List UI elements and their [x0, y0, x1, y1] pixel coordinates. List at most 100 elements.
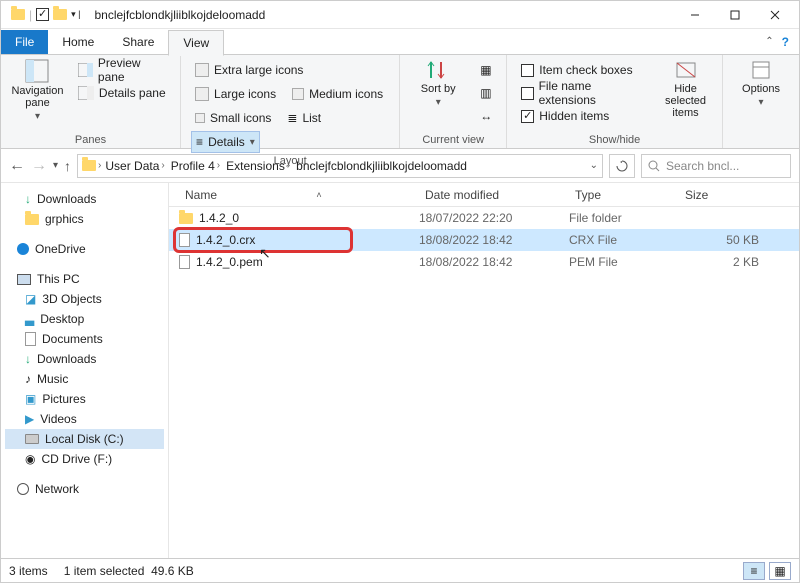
hidden-items-toggle[interactable]: ✓Hidden items — [517, 105, 649, 127]
address-bar[interactable]: › User Data › Profile 4 › Extensions › b… — [77, 154, 603, 178]
file-row[interactable]: 1.4.2_0 18/07/2022 22:20 File folder — [169, 207, 799, 229]
breadcrumb-segment[interactable]: bnclejfcblondkjliiblkojdeloomadd — [294, 159, 469, 173]
tab-share[interactable]: Share — [108, 30, 168, 54]
help-icon[interactable]: ? — [782, 35, 789, 49]
tree-label: Downloads — [37, 352, 96, 366]
item-check-boxes-toggle[interactable]: Item check boxes — [517, 59, 649, 81]
ribbon-collapse-icon[interactable]: ⌃ — [765, 36, 773, 47]
maximize-button[interactable] — [715, 1, 755, 29]
file-date: 18/07/2022 22:20 — [419, 211, 569, 225]
folder-icon — [179, 213, 193, 224]
breadcrumb-segment[interactable]: User Data › — [103, 159, 166, 173]
minimize-button[interactable] — [675, 1, 715, 29]
chevron-down-icon: ▾ — [250, 137, 255, 148]
file-icon — [179, 233, 190, 247]
preview-pane-button[interactable]: Preview pane — [74, 59, 170, 81]
status-item-count: 3 items — [9, 564, 48, 578]
refresh-button[interactable] — [609, 154, 635, 178]
sort-by-button[interactable]: Sort by ▾ — [410, 59, 466, 108]
tree-item-network[interactable]: Network — [5, 479, 164, 499]
details-pane-button[interactable]: Details pane — [74, 82, 170, 104]
preview-pane-label: Preview pane — [98, 56, 166, 84]
navigation-pane-button[interactable]: Navigation pane ▾ — [11, 59, 64, 122]
group-layout: Extra large icons Large icons Medium ico… — [181, 55, 400, 148]
tree-item-music[interactable]: ♪Music — [5, 369, 164, 389]
tree-item-localdisk[interactable]: Local Disk (C:) — [5, 429, 164, 449]
app-folder-icon — [11, 9, 25, 20]
tree-item-downloads[interactable]: ↓ Downloads — [5, 189, 164, 209]
options-label: Options — [742, 83, 780, 95]
tab-home[interactable]: Home — [48, 30, 108, 54]
size-columns-button[interactable]: ↔ — [476, 105, 496, 127]
documents-icon — [25, 332, 36, 346]
close-button[interactable] — [755, 1, 795, 29]
file-date: 18/08/2022 18:42 — [419, 255, 569, 269]
tree-item-desktop[interactable]: ▃Desktop — [5, 309, 164, 329]
breadcrumb-segment[interactable]: Profile 4 › — [169, 159, 222, 173]
column-header-date[interactable]: Date modified — [419, 188, 569, 202]
file-type: CRX File — [569, 233, 679, 247]
item-check-boxes-label: Item check boxes — [539, 63, 632, 77]
options-button[interactable]: Options ▾ — [733, 59, 789, 108]
file-name: 1.4.2_0.pem — [196, 255, 263, 269]
body: ↓ Downloads grphics OneDrive This PC ◪3D … — [1, 183, 799, 558]
address-dropdown-icon[interactable]: ⌄ — [590, 160, 598, 171]
search-placeholder: Search bncl... — [666, 159, 739, 173]
downloads-icon: ↓ — [25, 192, 31, 206]
breadcrumb-segment[interactable]: Extensions › — [224, 159, 292, 173]
navigation-tree[interactable]: ↓ Downloads grphics OneDrive This PC ◪3D … — [1, 183, 169, 558]
tree-item-3dobjects[interactable]: ◪3D Objects — [5, 289, 164, 309]
group-by-button[interactable]: ▦ — [476, 59, 496, 81]
tree-item-pictures[interactable]: ▣Pictures — [5, 389, 164, 409]
list-button[interactable]: ≣List — [283, 107, 325, 129]
large-icons-icon — [195, 87, 209, 101]
hide-selected-items-button[interactable]: Hide selected items — [659, 59, 712, 119]
tree-item-downloads2[interactable]: ↓ Downloads — [5, 349, 164, 369]
downloads-icon: ↓ — [25, 352, 31, 366]
group-showhide-label: Show/hide — [517, 132, 712, 146]
ribbon-tabs: File Home Share View ⌃ ? — [1, 29, 799, 55]
thumbnails-view-button[interactable]: ▦ — [769, 562, 791, 580]
breadcrumb-label: Extensions — [226, 159, 285, 173]
large-icons-button[interactable]: Large icons — [191, 83, 280, 105]
tree-item-cddrive[interactable]: ◉CD Drive (F:) — [5, 449, 164, 469]
forward-button[interactable]: → — [31, 157, 47, 175]
qat-properties-icon[interactable]: ✓ — [36, 8, 49, 21]
tree-item-onedrive[interactable]: OneDrive — [5, 239, 164, 259]
tree-label: Downloads — [37, 192, 96, 206]
details-view-button[interactable]: ≡ — [743, 562, 765, 580]
status-selection-size: 49.6 KB — [151, 564, 194, 578]
file-row-selected[interactable]: 1.4.2_0.crx ↖ 18/08/2022 18:42 CRX File … — [169, 229, 799, 251]
column-header-size[interactable]: Size — [679, 188, 799, 202]
tree-label: Videos — [40, 412, 76, 426]
tab-file[interactable]: File — [1, 30, 48, 54]
back-button[interactable]: ← — [9, 157, 25, 175]
breadcrumb-label: User Data — [105, 159, 159, 173]
tree-item-thispc[interactable]: This PC — [5, 269, 164, 289]
qat-newfolder-icon[interactable] — [53, 9, 67, 20]
qat-dropdown-icon[interactable]: ▾ | — [71, 9, 80, 20]
extra-large-icons-button[interactable]: Extra large icons — [191, 59, 307, 81]
column-header-type[interactable]: Type — [569, 188, 679, 202]
tree-item-videos[interactable]: ▶Videos — [5, 409, 164, 429]
titlebar: | ✓ ▾ | bnclejfcblondkjliiblkojdeloomadd — [1, 1, 799, 29]
add-columns-button[interactable]: ▥ — [476, 82, 496, 104]
sort-by-label: Sort by — [421, 83, 456, 95]
navigation-pane-label: Navigation pane — [11, 85, 64, 109]
tree-item-grphics[interactable]: grphics — [5, 209, 164, 229]
details-view-icon: ≡ — [750, 564, 757, 578]
search-box[interactable]: Search bncl... — [641, 154, 791, 178]
recent-locations-icon[interactable]: ▾ — [53, 160, 58, 171]
small-icons-button[interactable]: Small icons — [191, 107, 275, 129]
hide-selected-items-label: Hide selected items — [659, 83, 712, 119]
file-name: 1.4.2_0.crx — [196, 233, 255, 247]
tree-item-documents[interactable]: Documents — [5, 329, 164, 349]
thumbnails-view-icon: ▦ — [774, 564, 785, 578]
up-button[interactable]: ↑ — [64, 158, 71, 174]
file-name-extensions-toggle[interactable]: File name extensions — [517, 82, 649, 104]
tree-label: grphics — [45, 212, 84, 226]
tab-view[interactable]: View — [168, 30, 224, 56]
column-header-name[interactable]: Name˄ — [179, 188, 419, 202]
medium-icons-button[interactable]: Medium icons — [288, 83, 387, 105]
quick-access-toolbar: | ✓ ▾ | — [5, 8, 86, 22]
